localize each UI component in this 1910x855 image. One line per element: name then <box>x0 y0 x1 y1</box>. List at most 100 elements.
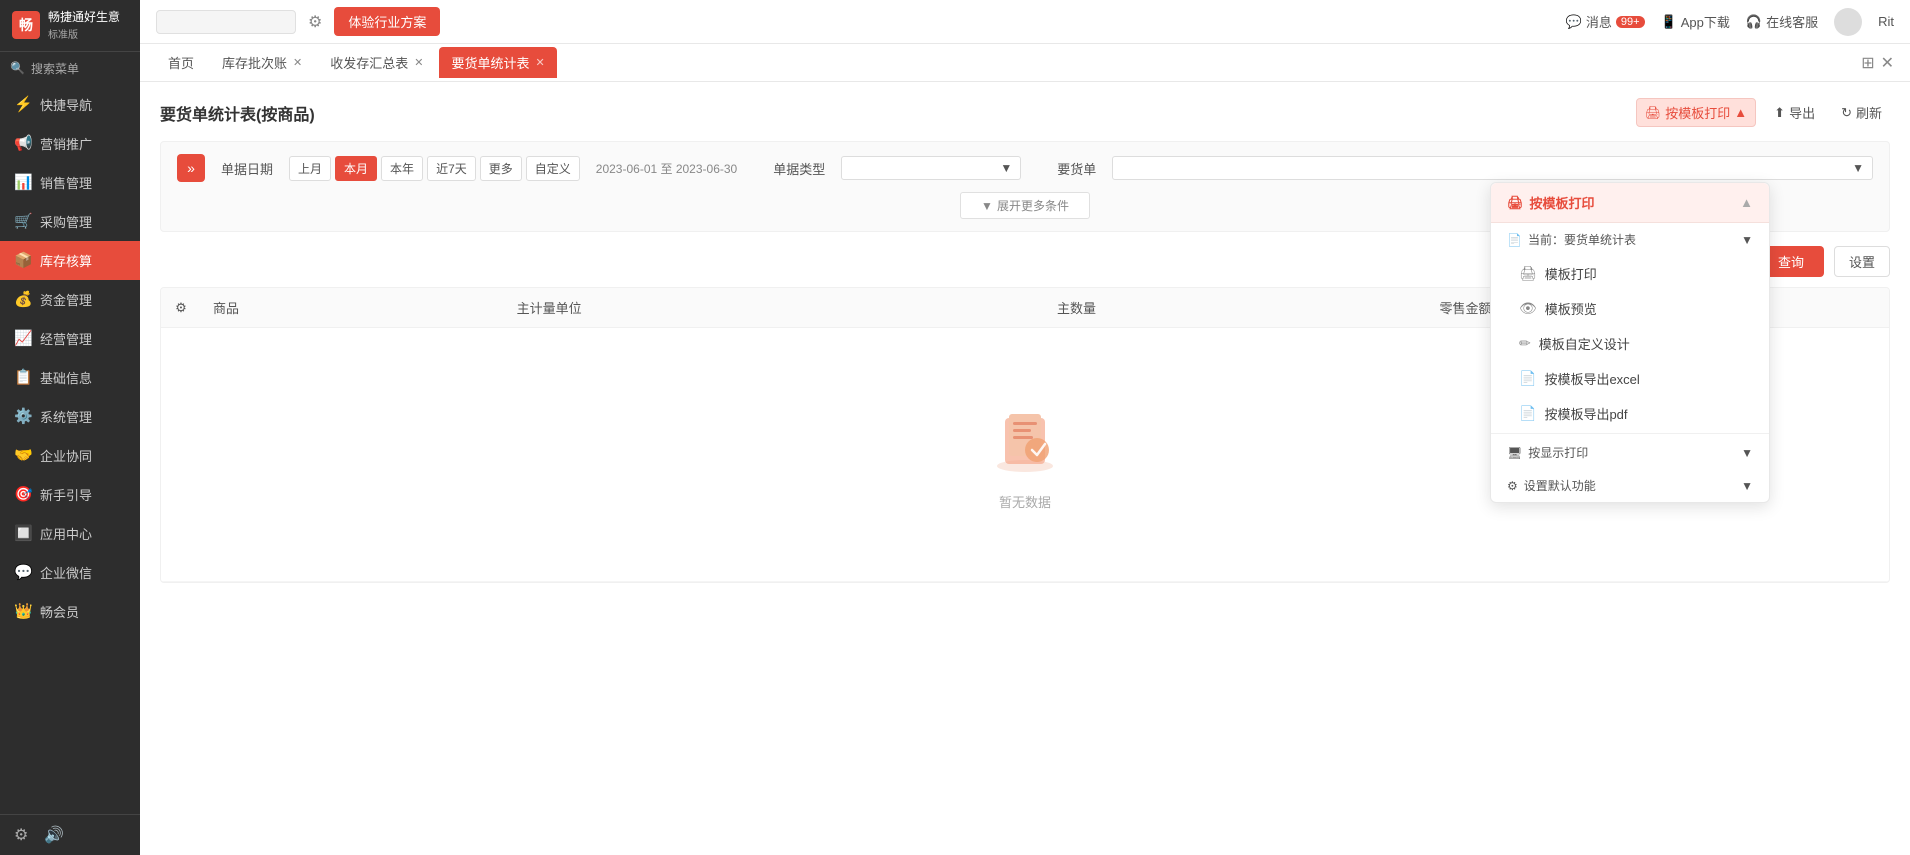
dropdown-set-default-section[interactable]: ⚙ 设置默认功能 ▼ <box>1491 469 1769 502</box>
settings-btn[interactable]: 设置 <box>1834 246 1890 277</box>
order-type-label: 单据类型 <box>773 159 825 178</box>
message-icon: 💬 <box>1566 14 1582 30</box>
sidebar-item-operation[interactable]: 📈 经营管理 <box>0 319 140 358</box>
purchase-icon: 🛒 <box>14 212 32 230</box>
tab-collapse-icon[interactable]: ✕ <box>1881 53 1894 73</box>
current-section-chevron-icon: ▼ <box>1741 233 1753 247</box>
date-btn-7days[interactable]: 近7天 <box>427 156 476 181</box>
date-range-label: 2023-06-01 至 2023-06-30 <box>596 160 737 177</box>
topbar-search-input[interactable] <box>156 10 296 34</box>
tab-receivables-close[interactable]: ✕ <box>414 56 423 69</box>
dropdown-header-actions: ▲ <box>1740 195 1753 210</box>
tab-expand-icon[interactable]: ⊞ <box>1861 53 1874 73</box>
dropdown-chevron-up-icon[interactable]: ▲ <box>1740 195 1753 210</box>
dropdown-item-export-pdf[interactable]: 📄 按模板导出pdf <box>1491 396 1769 431</box>
sidebar-item-sales[interactable]: 📊 销售管理 <box>0 163 140 202</box>
date-label: 单据日期 <box>221 159 273 178</box>
messages-btn[interactable]: 💬 消息 99+ <box>1566 12 1645 31</box>
set-default-icon: ⚙ <box>1507 479 1518 493</box>
sidebar-item-collab[interactable]: 🤝 企业协同 <box>0 436 140 475</box>
dropdown-display-print-section[interactable]: 🖥 按显示打印 ▼ <box>1491 436 1769 469</box>
dropdown-item-template-preview[interactable]: 👁 模板预览 <box>1491 291 1769 326</box>
th-quantity: 主数量 <box>1045 288 1428 328</box>
date-btn-last-month[interactable]: 上月 <box>289 156 331 181</box>
wechat-icon: 💬 <box>14 563 32 581</box>
export-btn[interactable]: ⬆ 导出 <box>1766 99 1823 126</box>
yaohuodan-label: 要货单 <box>1057 159 1096 178</box>
tab-batch-account[interactable]: 库存批次账 ✕ <box>210 47 314 78</box>
print-chevron-up-icon: ▲ <box>1734 105 1747 120</box>
dropdown-item-template-design[interactable]: ✏ 模板自定义设计 <box>1491 326 1769 361</box>
date-btn-custom[interactable]: 自定义 <box>526 156 580 181</box>
print-btn[interactable]: 🖨 按模板打印 ▲ <box>1636 98 1756 127</box>
dropdown-divider-1 <box>1491 433 1769 434</box>
sidebar-item-system[interactable]: ⚙️ 系统管理 <box>0 397 140 436</box>
sidebar-item-purchase[interactable]: 🛒 采购管理 <box>0 202 140 241</box>
topbar: ⚙ 体验行业方案 💬 消息 99+ 📱 App下载 🎧 在线客服 Rit <box>140 0 1910 44</box>
date-btn-this-month[interactable]: 本月 <box>335 156 377 181</box>
print-icon: 🖨 <box>1645 105 1662 121</box>
avatar[interactable] <box>1834 8 1862 36</box>
export-icon: ⬆ <box>1774 105 1785 121</box>
dropdown-item-export-excel[interactable]: 📄 按模板导出excel <box>1491 361 1769 396</box>
app-download-btn[interactable]: 📱 App下载 <box>1661 12 1730 31</box>
main-area: ⚙ 体验行业方案 💬 消息 99+ 📱 App下载 🎧 在线客服 Rit 首页 <box>140 0 1910 855</box>
sidebar: 畅 畅捷通好生意 标准版 🔍 搜索菜单 ⚡ 快捷导航 📢 营销推广 📊 销售管理… <box>0 0 140 855</box>
refresh-icon: ↻ <box>1841 105 1852 121</box>
order-type-select[interactable]: ▼ <box>841 156 1021 180</box>
tab-receivables-summary[interactable]: 收发存汇总表 ✕ <box>318 47 435 78</box>
logo-text: 畅捷通好生意 <box>48 10 120 26</box>
filter-expand-btn[interactable]: » <box>177 154 205 182</box>
template-preview-icon: 👁 <box>1519 300 1537 317</box>
dropdown-current-section[interactable]: 📄 当前：要货单统计表 ▼ <box>1491 223 1769 256</box>
page-actions: 🖨 按模板打印 ▲ ⬆ 导出 ↻ 刷新 <box>1636 98 1890 127</box>
tabs-bar: 首页 库存批次账 ✕ 收发存汇总表 ✕ 要货单统计表 ✕ ⊞ ✕ <box>140 44 1910 82</box>
sidebar-item-quick-nav[interactable]: ⚡ 快捷导航 <box>0 85 140 124</box>
trial-btn[interactable]: 体验行业方案 <box>334 7 440 36</box>
current-section-icon: 📄 <box>1507 233 1522 247</box>
dropdown-item-template-print[interactable]: 🖨 模板打印 <box>1491 256 1769 291</box>
template-design-icon: ✏ <box>1519 335 1531 352</box>
sales-icon: 📊 <box>14 173 32 191</box>
finance-icon: 💰 <box>14 290 32 308</box>
sidebar-item-apps[interactable]: 🔲 应用中心 <box>0 514 140 553</box>
print-dropdown-panel: 🖨 按模板打印 ▲ 📄 当前：要货单统计表 ▼ 🖨 模板打印 <box>1490 182 1770 503</box>
sidebar-item-wechat[interactable]: 💬 企业微信 <box>0 553 140 592</box>
topbar-right: 💬 消息 99+ 📱 App下载 🎧 在线客服 Rit <box>1566 8 1894 36</box>
refresh-btn[interactable]: ↻ 刷新 <box>1833 99 1890 126</box>
date-btn-this-year[interactable]: 本年 <box>381 156 423 181</box>
sidebar-item-basic[interactable]: 📋 基础信息 <box>0 358 140 397</box>
tab-order-stats[interactable]: 要货单统计表 ✕ <box>439 47 556 78</box>
search-icon: 🔍 <box>10 61 25 75</box>
sidebar-item-guide[interactable]: 🎯 新手引导 <box>0 475 140 514</box>
tab-batch-account-close[interactable]: ✕ <box>293 56 302 69</box>
yaohuodan-select[interactable]: ▼ <box>1112 156 1873 180</box>
tabs-extra: ⊞ ✕ <box>1861 53 1894 73</box>
empty-text-label: 暂无数据 <box>999 492 1051 511</box>
logo-icon: 畅 <box>12 11 40 39</box>
tab-order-stats-close[interactable]: ✕ <box>536 56 545 69</box>
settings-bottom-icon[interactable]: ⚙ <box>14 825 28 845</box>
tab-home[interactable]: 首页 <box>156 47 206 78</box>
export-excel-icon: 📄 <box>1519 370 1536 387</box>
sidebar-item-marketing[interactable]: 📢 营销推广 <box>0 124 140 163</box>
order-type-chevron-down-icon: ▼ <box>1000 161 1012 175</box>
speaker-bottom-icon[interactable]: 🔊 <box>44 825 64 845</box>
table-settings-icon[interactable]: ⚙ <box>175 300 187 315</box>
sidebar-search[interactable]: 🔍 搜索菜单 <box>0 52 140 85</box>
yaohuodan-chevron-down-icon: ▼ <box>1852 161 1864 175</box>
system-icon: ⚙️ <box>14 407 32 425</box>
expand-more-btn[interactable]: ▼ 展开更多条件 <box>960 192 1090 219</box>
customer-service-btn[interactable]: 🎧 在线客服 <box>1746 12 1818 31</box>
filter-order-type: ▼ <box>841 156 1021 180</box>
th-settings[interactable]: ⚙ <box>161 288 201 328</box>
sidebar-item-member[interactable]: 👑 畅会员 <box>0 592 140 631</box>
sidebar-item-inventory[interactable]: 📦 库存核算 <box>0 241 140 280</box>
display-print-icon: 🖥 <box>1507 446 1522 460</box>
sidebar-bottom: ⚙ 🔊 <box>0 814 140 855</box>
topbar-gear-icon[interactable]: ⚙ <box>308 12 322 32</box>
collab-icon: 🤝 <box>14 446 32 464</box>
export-pdf-icon: 📄 <box>1519 405 1536 422</box>
date-btn-more[interactable]: 更多 <box>480 156 522 181</box>
sidebar-item-finance[interactable]: 💰 资金管理 <box>0 280 140 319</box>
